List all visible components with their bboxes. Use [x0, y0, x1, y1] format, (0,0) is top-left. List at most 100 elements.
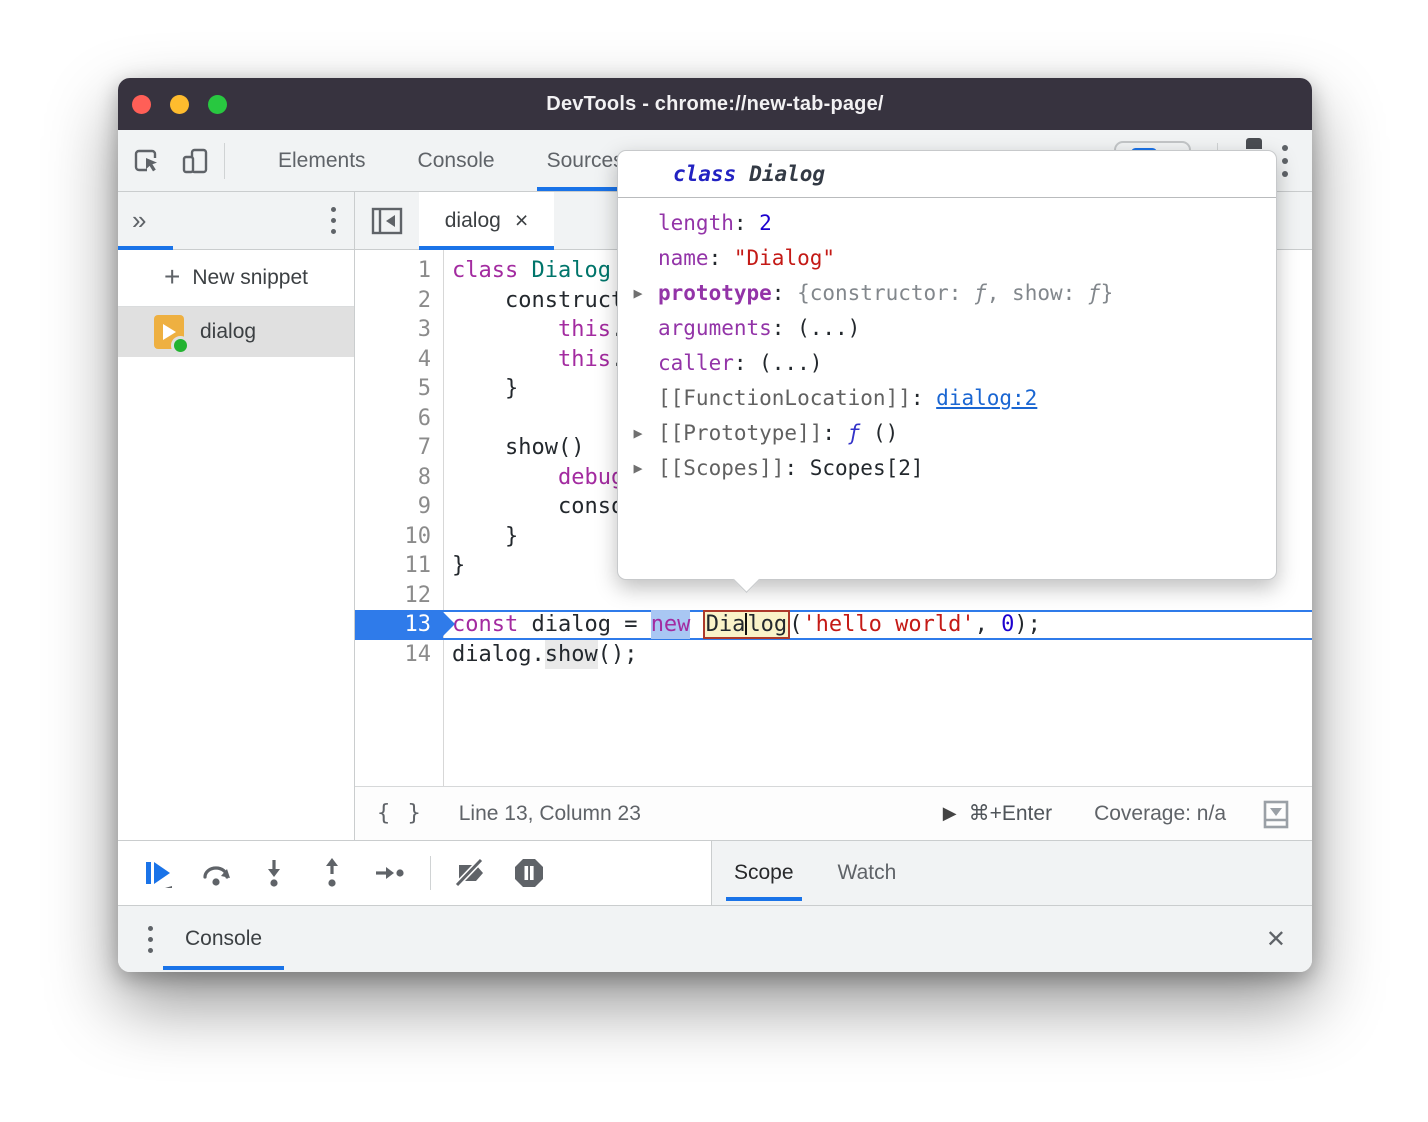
expand-triangle-icon[interactable]: ▶ — [618, 459, 658, 477]
step-button[interactable] — [368, 851, 412, 895]
step-out-button[interactable] — [310, 851, 354, 895]
code-text[interactable]: this. — [443, 315, 624, 345]
code-token: } — [452, 553, 465, 578]
tab-elements[interactable]: Elements — [252, 130, 392, 191]
desktop: DevTools - chrome://new-tab-page/ Elemen… — [0, 0, 1428, 1122]
code-text[interactable] — [443, 581, 452, 611]
code-token: this — [558, 317, 611, 342]
code-token: class — [452, 258, 518, 283]
code-token: show() — [452, 435, 598, 460]
code-token: new — [651, 610, 691, 639]
line-number[interactable]: 3 — [355, 315, 443, 345]
zoom-window-button[interactable] — [208, 95, 227, 114]
step-over-button[interactable] — [194, 851, 238, 895]
text-caret — [745, 613, 747, 635]
line-number[interactable]: 14 — [355, 640, 443, 670]
code-text[interactable]: } — [443, 551, 465, 581]
close-window-button[interactable] — [132, 95, 151, 114]
line-number[interactable]: 4 — [355, 345, 443, 375]
step-into-button[interactable] — [252, 851, 296, 895]
expand-triangle-icon[interactable]: ▶ — [618, 424, 658, 442]
snippets-sidebar: » + New snippet dialog — [118, 192, 355, 840]
drawer-tab-console[interactable]: Console — [159, 906, 288, 972]
pause-on-exceptions-button[interactable] — [507, 851, 551, 895]
tab-watch[interactable]: Watch — [816, 841, 919, 905]
code-text[interactable] — [443, 404, 452, 434]
resume-script-button[interactable] — [136, 851, 180, 895]
code-token: : — [822, 421, 847, 445]
code-token: [[Scopes]] — [658, 456, 784, 480]
line-number[interactable]: 6 — [355, 404, 443, 434]
pretty-print-icon[interactable]: { } — [377, 801, 423, 826]
line-number[interactable]: 5 — [355, 374, 443, 404]
code-text[interactable]: show() — [443, 433, 598, 463]
property-row: ▶[[Prototype]]: ƒ () — [618, 415, 1276, 450]
code-token: ƒ — [974, 281, 987, 305]
line-number[interactable]: 12 — [355, 581, 443, 611]
device-toolbar-icon[interactable] — [178, 144, 212, 178]
code-line: 14dialog.show(); — [355, 640, 1312, 670]
code-text[interactable]: class Dialog { — [443, 256, 637, 286]
line-number[interactable]: 7 — [355, 433, 443, 463]
deactivate-breakpoints-button[interactable] — [449, 851, 493, 895]
object-popover: class Dialog length: 2name: "Dialog"▶pro… — [617, 150, 1277, 580]
close-tab-icon[interactable]: × — [515, 209, 528, 232]
drawer-tab-label: Console — [185, 927, 262, 951]
code-token: : (...) — [772, 316, 861, 340]
new-snippet-button[interactable]: + New snippet — [118, 250, 354, 307]
line-number[interactable]: 10 — [355, 522, 443, 552]
sidebar-menu-kebab-icon[interactable] — [325, 201, 342, 240]
inspect-icon[interactable] — [130, 144, 164, 178]
code-token: {constructor: — [797, 281, 974, 305]
snippet-name: dialog — [200, 320, 256, 344]
code-token — [690, 612, 703, 637]
code-text[interactable]: } — [443, 522, 518, 552]
code-token — [518, 258, 531, 283]
code-token: ( — [789, 612, 802, 637]
code-token: [[Prototype]] — [658, 421, 822, 445]
expand-triangle-icon[interactable]: ▶ — [618, 284, 658, 302]
snippet-file-icon — [154, 315, 184, 349]
tab-scope[interactable]: Scope — [712, 841, 816, 905]
code-text[interactable]: dialog.show(); — [443, 640, 637, 670]
code-token: } — [452, 524, 518, 549]
hovered-token: Dialog — [703, 610, 791, 639]
code-text[interactable]: } — [443, 374, 518, 404]
editor-tab-dialog[interactable]: dialog × — [419, 192, 554, 249]
code-token: : — [734, 211, 759, 235]
code-text[interactable]: const dialog = new Dialog('hello world',… — [443, 612, 1041, 638]
scope-watch-tabs: Scope Watch — [712, 841, 918, 905]
line-number[interactable]: 1 — [355, 256, 443, 286]
tab-console[interactable]: Console — [392, 130, 521, 191]
popover-header: class Dialog — [618, 151, 1276, 197]
expand-drawer-icon[interactable] — [1262, 798, 1290, 830]
code-token: 'hello world' — [802, 612, 974, 637]
code-token — [452, 465, 558, 490]
line-number[interactable]: 11 — [355, 551, 443, 581]
new-snippet-label: New snippet — [192, 266, 308, 290]
code-token: const — [452, 612, 518, 637]
panel-tabs: Elements Console Sources — [252, 130, 650, 191]
line-number[interactable]: 9 — [355, 492, 443, 522]
code-token: length — [658, 211, 734, 235]
line-number[interactable]: 2 — [355, 286, 443, 316]
property-row: ▶prototype: {constructor: ƒ, show: ƒ} — [618, 275, 1276, 310]
code-token — [452, 317, 558, 342]
code-token: name — [658, 246, 709, 270]
sidebar-header: » — [118, 192, 354, 250]
close-drawer-icon[interactable]: ✕ — [1266, 925, 1286, 954]
code-token: [[FunctionLocation]] — [658, 386, 911, 410]
line-number[interactable]: 8 — [355, 463, 443, 493]
code-token: : — [709, 246, 734, 270]
drawer-menu-kebab-icon[interactable] — [142, 920, 159, 959]
hide-navigator-icon[interactable] — [355, 192, 419, 249]
minimize-window-button[interactable] — [170, 95, 189, 114]
sidebar-item-dialog[interactable]: dialog — [118, 307, 354, 357]
code-text[interactable]: this. — [443, 345, 624, 375]
more-tabs-chevron-icon[interactable]: » — [132, 205, 144, 236]
toolbar-divider — [224, 143, 225, 179]
line-number[interactable]: 13 — [355, 612, 443, 638]
partially-hidden-icon — [1246, 138, 1262, 149]
run-snippet-hint: ▶ ⌘+Enter — [943, 801, 1052, 826]
debugger-side-panel: Scope Watch — [712, 841, 1312, 905]
